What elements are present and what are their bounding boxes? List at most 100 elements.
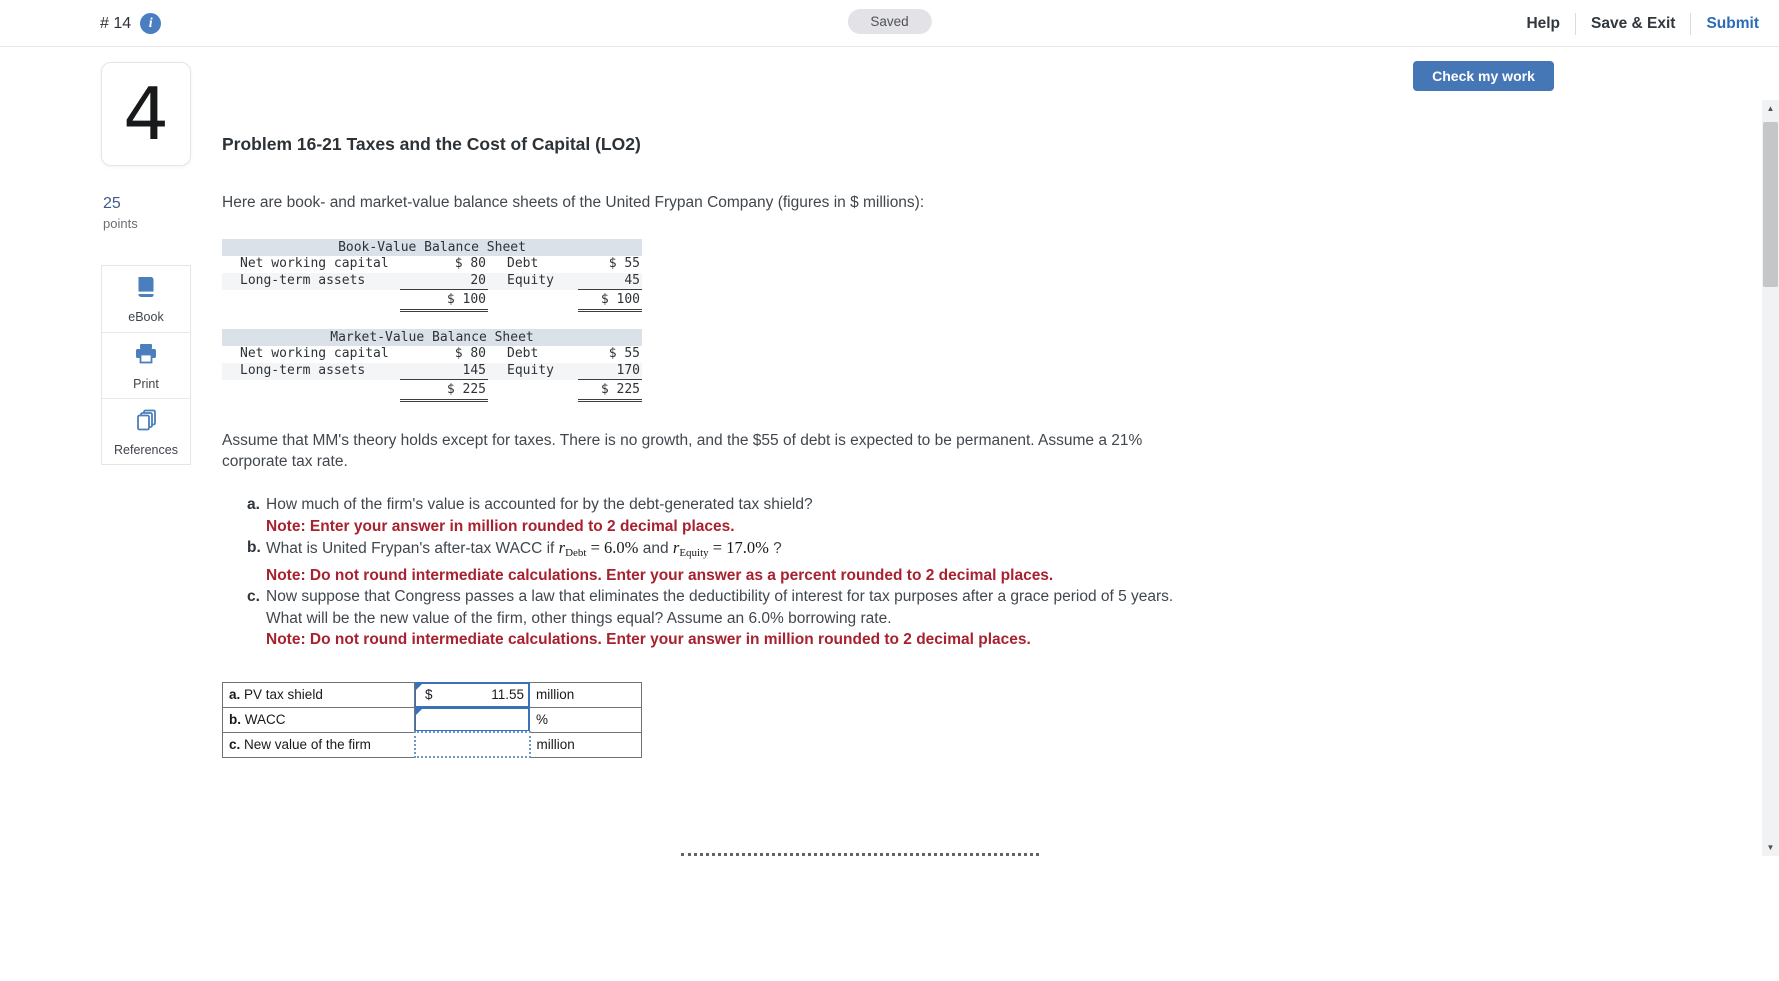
references-icon [133, 407, 159, 438]
question-b: b. What is United Frypan's after-tax WAC… [247, 537, 1182, 586]
book-value-balance-sheet: Book-Value Balance Sheet Net working cap… [222, 239, 642, 314]
math-r-equity: rEquity = 17.0% [672, 538, 769, 559]
help-button[interactable]: Help [1526, 15, 1560, 33]
math-r-debt: rDebt = 6.0% [558, 538, 639, 559]
total-cell: $ 100 [400, 290, 488, 312]
answer-row-label: b. WACC [222, 706, 415, 733]
cell: $ 55 [608, 256, 640, 271]
question-text: What is United Frypan's after-tax WACC i… [266, 538, 782, 559]
question-note: Note: Do not round intermediate calculat… [266, 566, 1054, 584]
answer-row-label: a. PV tax shield [222, 681, 415, 708]
divider [1575, 12, 1577, 35]
question-note: Note: Do not round intermediate calculat… [266, 631, 1031, 648]
total-cell: $ 225 [400, 380, 488, 402]
table-row: c. New value of the firm million [222, 731, 642, 758]
intro-text: Here are book- and market-value balance … [222, 194, 925, 211]
market-value-balance-sheet: Market-Value Balance Sheet Net working c… [222, 329, 642, 404]
info-icon[interactable]: i [140, 13, 162, 34]
total-cell: $ 225 [578, 380, 642, 402]
sidebar-item-print[interactable]: Print [102, 332, 190, 398]
cell: Long-term assets [240, 363, 366, 378]
submit-button[interactable]: Submit [1706, 15, 1759, 33]
cell: Net working capital [240, 256, 389, 271]
cell: $ 55 [608, 346, 640, 361]
answer-input-wacc[interactable] [414, 706, 530, 733]
save-exit-button[interactable]: Save & Exit [1591, 15, 1675, 33]
balance-sheet-title: Market-Value Balance Sheet [222, 329, 642, 346]
points-value: 25 [103, 195, 121, 212]
question-number: # 14 i [100, 0, 162, 47]
table-row: Long-term assets 145 Equity 170 [222, 363, 642, 380]
table-total-row: $ 225 $ 225 [222, 380, 642, 404]
points-label: points [103, 216, 138, 231]
answer-input-new-firm-value[interactable] [413, 731, 531, 758]
cell: 45 [578, 273, 642, 290]
divider [1690, 12, 1692, 35]
sidebar-item-references[interactable]: References [102, 398, 190, 464]
question-c: c. Now suppose that Congress passes a la… [247, 586, 1182, 651]
sidebar-item-ebook[interactable]: eBook [102, 266, 190, 332]
table-row: b. WACC % [222, 706, 642, 733]
cell: Long-term assets [240, 273, 366, 288]
saved-status-badge: Saved [847, 9, 932, 34]
cell: 20 [400, 273, 488, 290]
question-letter: a. [247, 496, 260, 513]
cell: Debt [507, 346, 539, 361]
check-my-work-button[interactable]: Check my work [1413, 61, 1554, 91]
table-row: Net working capital $ 80 Debt $ 55 [222, 346, 642, 363]
sidebar-item-label: References [114, 442, 178, 457]
table-total-row: $ 100 $ 100 [222, 290, 642, 314]
scroll-down-arrow-icon[interactable]: ▼ [1762, 839, 1779, 856]
top-actions: Help Save & Exit Submit [1526, 0, 1759, 47]
partially-visible-element-border [681, 853, 1039, 856]
question-number-label: # 14 [100, 14, 132, 32]
answer-row-label: c. New value of the firm [222, 731, 415, 758]
question-note: Note: Enter your answer in million round… [266, 517, 735, 535]
total-cell: $ 100 [578, 290, 642, 312]
cell: Equity [507, 273, 554, 288]
problem-content: Problem 16-21 Taxes and the Cost of Capi… [222, 0, 1332, 758]
unit-label: million [529, 731, 642, 758]
printer-icon [133, 341, 159, 372]
currency-prefix: $ [425, 686, 433, 702]
cell: 145 [400, 363, 488, 380]
answered-corner-marker [415, 707, 423, 716]
assumption-text: Assume that MM's theory holds except for… [222, 432, 1143, 470]
vertical-scrollbar[interactable]: ▲ ▼ [1762, 100, 1779, 856]
answered-corner-marker [415, 682, 423, 691]
unit-label: % [529, 706, 642, 733]
unit-label: million [529, 681, 642, 708]
cell: Equity [507, 363, 554, 378]
cell: 170 [578, 363, 642, 380]
table-row: Net working capital $ 80 Debt $ 55 [222, 256, 642, 273]
sidebar-item-label: Print [133, 376, 159, 391]
sidebar-item-label: eBook [128, 310, 164, 324]
answer-input-pv-tax-shield[interactable]: $ 11.55 [414, 681, 530, 708]
table-row: Long-term assets 20 Equity 45 [222, 273, 642, 290]
page-title: Problem 16-21 Taxes and the Cost of Capi… [222, 134, 641, 154]
scrollbar-thumb[interactable] [1763, 122, 1778, 287]
cell: Net working capital [240, 346, 389, 361]
points-block: 25 points [103, 195, 138, 231]
table-row: a. PV tax shield $ 11.55 million [222, 681, 642, 708]
question-letter: c. [247, 588, 260, 605]
question-letter: b. [247, 539, 261, 556]
resource-toolbar: eBook Print References [101, 265, 191, 465]
answer-value: 11.55 [491, 686, 524, 702]
top-bar: # 14 i Saved Help Save & Exit Submit [0, 0, 1779, 47]
question-text: How much of the firm's value is accounte… [266, 496, 813, 513]
cell: Debt [507, 256, 539, 271]
balance-sheet-title: Book-Value Balance Sheet [222, 239, 642, 256]
scroll-up-arrow-icon[interactable]: ▲ [1762, 100, 1779, 117]
question-index-card: 4 [101, 62, 191, 166]
question-a: a. How much of the firm's value is accou… [247, 494, 1182, 537]
cell: $ 80 [454, 346, 486, 361]
